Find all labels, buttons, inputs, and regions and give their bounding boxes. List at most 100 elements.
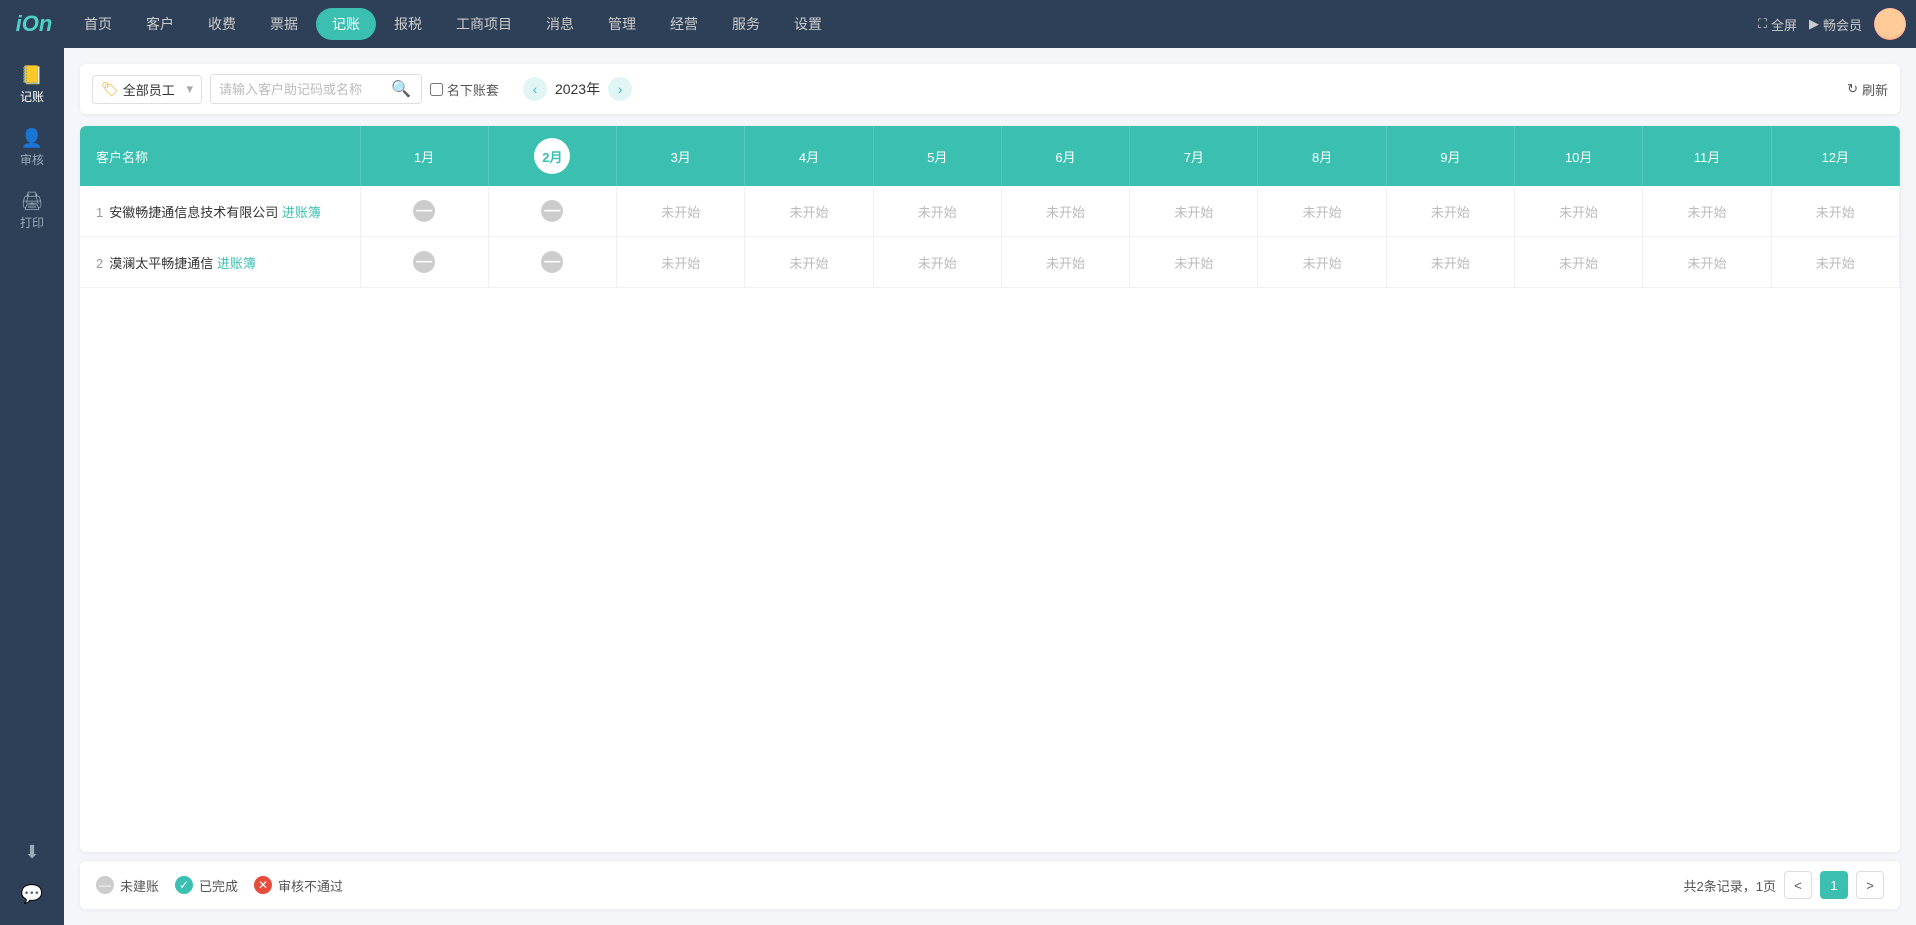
my-account-label: 名下账套 — [447, 80, 499, 99]
cell-month-10: 未开始 — [1515, 237, 1643, 288]
cell-company: 2漠澜太平畅捷通信 进账簿 — [80, 237, 360, 288]
nav-item-settings[interactable]: 设置 — [778, 8, 838, 40]
nav-item-client[interactable]: 客户 — [130, 8, 190, 40]
status-not-started: 未开始 — [1046, 205, 1085, 220]
status-not-started: 未开始 — [789, 256, 828, 271]
nav-menu: 首页客户收费票据记账报税工商项目消息管理经营服务设置 — [68, 8, 1758, 40]
status-not-started: 未开始 — [1816, 205, 1855, 220]
employee-dropdown[interactable]: 🏷 全部员工 ▾ — [92, 75, 202, 104]
search-button[interactable]: 🔍 — [389, 79, 413, 99]
employee-label: 全部员工 — [123, 80, 175, 99]
help-icon: 💬 — [21, 885, 43, 903]
col-jan: 1月 — [360, 126, 488, 186]
col-feb: 2月 — [488, 126, 616, 186]
cell-month-9: 未开始 — [1386, 237, 1514, 288]
cell-month-12: 未开始 — [1771, 237, 1899, 288]
cell-month-8: 未开始 — [1258, 186, 1386, 237]
member-label: 畅会员 — [1823, 15, 1862, 34]
nav-right: ⛶ 全屏 ▶ 畅会员 — [1758, 8, 1906, 40]
sidebar-bookkeeping-label: 记账 — [20, 88, 44, 105]
status-dash-icon: — — [413, 251, 435, 273]
not-built-icon: — — [96, 876, 114, 894]
member-button[interactable]: ▶ 畅会员 — [1809, 15, 1862, 34]
sidebar-bottom: ⬇ 💬 — [4, 833, 60, 913]
cell-month-2: — — [488, 237, 616, 288]
next-year-button[interactable]: › — [608, 77, 632, 101]
sidebar-item-print[interactable]: 🖨 打印 — [4, 182, 60, 241]
nav-item-billing[interactable]: 收费 — [192, 8, 252, 40]
cell-month-7: 未开始 — [1130, 237, 1258, 288]
tag-icon: 🏷 — [101, 81, 119, 98]
refresh-button[interactable]: ↻ 刷新 — [1847, 80, 1888, 99]
cell-month-7: 未开始 — [1130, 186, 1258, 237]
data-table: 客户名称 1月 2月 3月 4月 5月 6月 7月 8月 9月 10月 11月 — [80, 126, 1900, 288]
nav-item-business[interactable]: 工商项目 — [440, 8, 528, 40]
cell-month-1: — — [360, 237, 488, 288]
status-not-started: 未开始 — [1174, 205, 1213, 220]
footer: — 未建账 ✓ 已完成 ✕ 审核不通过 共2条记录，1页 < 1 > — [80, 860, 1900, 909]
cell-month-8: 未开始 — [1258, 237, 1386, 288]
legend: — 未建账 ✓ 已完成 ✕ 审核不通过 — [96, 876, 343, 895]
col-oct: 10月 — [1515, 126, 1643, 186]
prev-year-button[interactable]: ‹ — [523, 77, 547, 101]
status-not-started: 未开始 — [1687, 205, 1726, 220]
year-label: 2023年 — [555, 79, 600, 99]
sidebar-item-bookkeeping[interactable]: 📒 记账 — [4, 56, 60, 115]
sidebar-item-help[interactable]: 💬 — [4, 875, 60, 913]
col-sep: 9月 — [1386, 126, 1514, 186]
col-aug: 8月 — [1258, 126, 1386, 186]
avatar[interactable] — [1874, 8, 1906, 40]
col-mar: 3月 — [617, 126, 745, 186]
main-content: 🏷 全部员工 ▾ 🔍 名下账套 ‹ 2023年 › ↻ 刷新 — [64, 48, 1916, 925]
legend-not-built: — 未建账 — [96, 876, 159, 895]
col-dec: 12月 — [1771, 126, 1899, 186]
nav-item-message[interactable]: 消息 — [530, 8, 590, 40]
status-dash-icon: — — [541, 251, 563, 273]
nav-item-operation[interactable]: 经营 — [654, 8, 714, 40]
nav-item-manage[interactable]: 管理 — [592, 8, 652, 40]
sidebar-item-download[interactable]: ⬇ — [4, 833, 60, 871]
next-page-button[interactable]: > — [1856, 871, 1884, 899]
my-account-checkbox[interactable] — [430, 83, 443, 96]
status-not-started: 未开始 — [1303, 256, 1342, 271]
nav-item-bookkeeping[interactable]: 记账 — [316, 8, 376, 40]
cell-month-4: 未开始 — [745, 186, 873, 237]
nav-item-tax[interactable]: 报税 — [378, 8, 438, 40]
refresh-icon: ↻ — [1847, 81, 1858, 97]
rejected-icon: ✕ — [254, 876, 272, 894]
table-body: 1安徽畅捷通信息技术有限公司 进账簿——未开始未开始未开始未开始未开始未开始未开… — [80, 186, 1900, 288]
col-jun: 6月 — [1001, 126, 1129, 186]
fullscreen-button[interactable]: ⛶ 全屏 — [1758, 15, 1797, 34]
fullscreen-label: 全屏 — [1771, 15, 1797, 34]
enter-ledger-link[interactable]: 进账簿 — [282, 205, 321, 220]
status-dash-icon: — — [413, 200, 435, 222]
status-dash-icon: — — [541, 200, 563, 222]
page-1-button[interactable]: 1 — [1820, 871, 1848, 899]
status-not-started: 未开始 — [1559, 256, 1598, 271]
status-not-started: 未开始 — [1046, 256, 1085, 271]
row-number: 2 — [96, 256, 103, 271]
nav-item-home[interactable]: 首页 — [68, 8, 128, 40]
table-header: 客户名称 1月 2月 3月 4月 5月 6月 7月 8月 9月 10月 11月 — [80, 126, 1900, 186]
not-built-label: 未建账 — [120, 876, 159, 895]
avatar-image — [1874, 8, 1906, 40]
cell-month-5: 未开始 — [873, 237, 1001, 288]
nav-item-service[interactable]: 服务 — [716, 8, 776, 40]
enter-ledger-link[interactable]: 进账簿 — [217, 256, 256, 271]
rejected-label: 审核不通过 — [278, 876, 343, 895]
col-apr: 4月 — [745, 126, 873, 186]
status-not-started: 未开始 — [1174, 256, 1213, 271]
nav-item-invoice[interactable]: 票据 — [254, 8, 314, 40]
completed-label: 已完成 — [199, 876, 238, 895]
my-account-checkbox-label[interactable]: 名下账套 — [430, 80, 499, 99]
cell-company: 1安徽畅捷通信息技术有限公司 进账簿 — [80, 186, 360, 237]
col-may: 5月 — [873, 126, 1001, 186]
download-icon: ⬇ — [24, 843, 39, 861]
search-input[interactable] — [219, 82, 389, 97]
cell-month-12: 未开始 — [1771, 186, 1899, 237]
sidebar-item-audit[interactable]: 👤 审核 — [4, 119, 60, 178]
prev-page-button[interactable]: < — [1784, 871, 1812, 899]
pagination-total: 共2条记录，1页 — [1684, 876, 1776, 895]
completed-icon: ✓ — [175, 876, 193, 894]
cell-month-5: 未开始 — [873, 186, 1001, 237]
